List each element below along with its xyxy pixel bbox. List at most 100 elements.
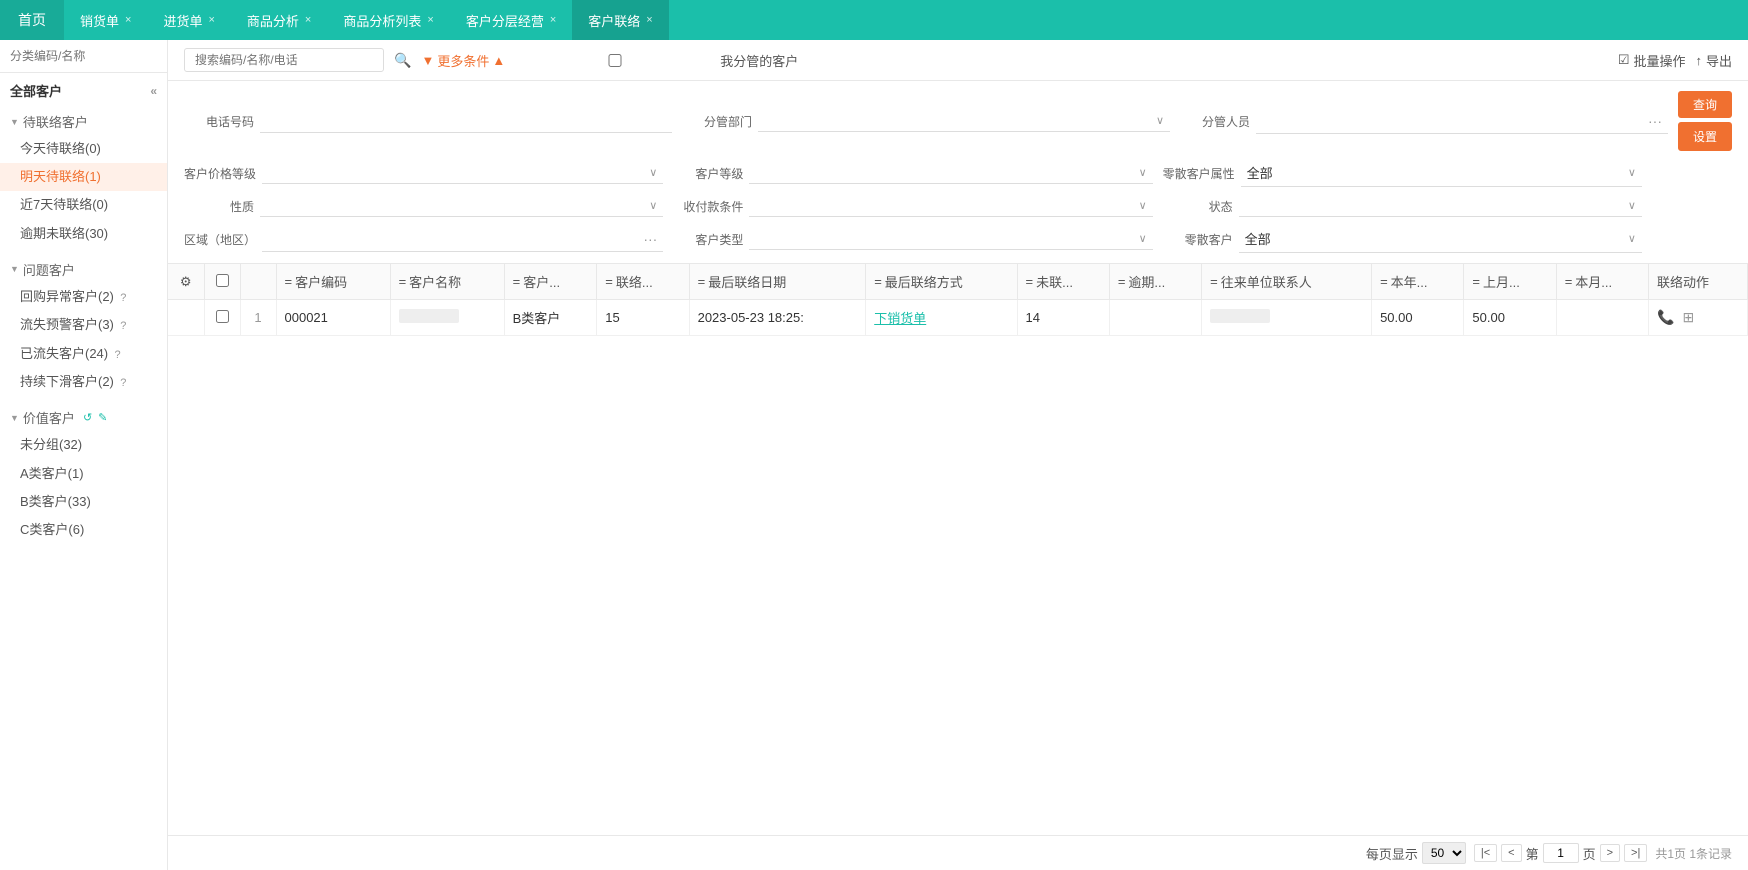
unit-contacts-blurred (1210, 309, 1270, 323)
contact-method-link[interactable]: 下销货单 (874, 311, 926, 326)
filter-row-2: 客户价格等级 ∨ 客户等级 ∨ 零散客户属性 全部 (184, 159, 1732, 187)
select-all-checkbox[interactable] (216, 274, 229, 287)
close-customer-contact-tab[interactable]: × (646, 14, 652, 26)
manager-dots-icon[interactable]: ··· (1648, 113, 1662, 129)
col-last-contact-method[interactable]: =最后联络方式 (866, 264, 1017, 300)
nav-tab-analysis[interactable]: 商品分析 × (231, 0, 327, 40)
my-customers-checkbox[interactable] (515, 54, 715, 67)
query-button[interactable]: 查询 (1678, 91, 1732, 118)
page-number-input[interactable] (1543, 843, 1579, 863)
sidebar-churned[interactable]: 已流失客户(24) ? (0, 340, 167, 368)
col-last-contact-date[interactable]: =最后联络日期 (689, 264, 866, 300)
filter-retail-attr-select[interactable]: 全部 ∨ (1241, 159, 1642, 187)
col-last-month[interactable]: =上月... (1464, 264, 1556, 300)
nav-home[interactable]: 首页 (0, 0, 64, 40)
first-page-button[interactable]: |< (1474, 844, 1497, 862)
row-customer-name (390, 300, 504, 336)
nav-tab-purchase[interactable]: 进货单 × (147, 0, 230, 40)
close-purchase-tab[interactable]: × (208, 14, 214, 26)
col-this-year[interactable]: =本年... (1372, 264, 1464, 300)
prev-page-button[interactable]: < (1501, 844, 1521, 862)
more-conditions-button[interactable]: ▼ 更多条件 ▲ (421, 51, 505, 70)
settings-button[interactable]: 设置 (1678, 122, 1732, 151)
main-search-button[interactable]: 🔍 (394, 52, 411, 69)
problem-customers-title[interactable]: 问题客户 (0, 256, 167, 283)
my-customers-checkbox-label[interactable]: 我分管的客户 (515, 51, 798, 70)
help-icon-2: ? (114, 349, 120, 361)
sidebar-7days-contact[interactable]: 近7天待联络(0) (0, 191, 167, 219)
close-analysis-tab[interactable]: × (305, 14, 311, 26)
row-contact: 15 (597, 300, 689, 336)
col-this-month[interactable]: =本月... (1556, 264, 1648, 300)
filter-payment-select[interactable]: ∨ (749, 195, 1152, 217)
filter-customer-type-select[interactable]: ∨ (749, 228, 1152, 250)
region-dots-icon[interactable]: ··· (643, 231, 657, 247)
per-page-select[interactable]: 50 (1422, 842, 1466, 864)
table-body: 1 000021 B类客户 15 2023-05-23 18:25: 下销货单 … (168, 300, 1748, 336)
col-unit-contacts[interactable]: =往来单位联系人 (1202, 264, 1372, 300)
sidebar-ungrouped[interactable]: 未分组(32) (0, 431, 167, 459)
close-sales-tab[interactable]: × (125, 14, 131, 26)
filter-row-1: 电话号码 分管部门 ∨ 分管人员 ··· (184, 91, 1732, 151)
nav-tab-sales[interactable]: 销货单 × (64, 0, 147, 40)
filter-status-select[interactable]: ∨ (1239, 195, 1642, 217)
col-customer-type[interactable]: =客户... (504, 264, 597, 300)
filter-region-select[interactable]: ··· (262, 227, 663, 252)
refresh-value-icon[interactable]: ↺ (83, 411, 92, 424)
filter-manager-select[interactable]: ··· (1256, 109, 1668, 134)
nav-tab-customer-contact[interactable]: 客户联络 × (572, 0, 668, 40)
collapse-icon[interactable]: « (150, 84, 157, 98)
batch-checkbox-icon: ☑ (1618, 52, 1630, 68)
col-customer-code[interactable]: =客户编码 (276, 264, 390, 300)
col-settings[interactable]: ⚙ (168, 264, 204, 300)
nav-tab-customer-ops[interactable]: 客户分层经营 × (450, 0, 572, 40)
table-header-row: ⚙ =客户编码 =客户名称 =客户... =联络... (168, 264, 1748, 300)
edit-value-icon[interactable]: ✎ (98, 411, 107, 424)
action-icons-container: 📞 ⊞ (1657, 309, 1739, 326)
col-action: 联络动作 (1649, 264, 1748, 300)
sidebar-overdue-contact[interactable]: 逾期未联络(30) (0, 220, 167, 248)
value-customers-title[interactable]: 价值客户 ↺ ✎ (0, 404, 167, 431)
export-button[interactable]: ↑ 导出 (1695, 51, 1732, 70)
col-customer-name[interactable]: =客户名称 (390, 264, 504, 300)
filter-retail-customer-select[interactable]: 全部 ∨ (1239, 225, 1642, 253)
row-checkbox[interactable] (216, 310, 229, 323)
sidebar-search-input[interactable] (10, 49, 165, 63)
col-uncontacted[interactable]: =未联... (1017, 264, 1109, 300)
filter-phone-input[interactable] (260, 110, 672, 133)
filter-dept-select[interactable]: ∨ (758, 110, 1170, 132)
sidebar-repurchase-abnormal[interactable]: 回购异常客户(2) ? (0, 283, 167, 311)
col-contact[interactable]: =联络... (597, 264, 689, 300)
row-last-contact-method[interactable]: 下销货单 (866, 300, 1017, 336)
filter-customer-type: 客户类型 ∨ (673, 228, 1152, 250)
sidebar-c-customers[interactable]: C类客户(6) (0, 516, 167, 544)
sidebar-b-customers[interactable]: B类客户(33) (0, 488, 167, 516)
filter-phone-label: 电话号码 (184, 113, 254, 130)
nav-tab-analysis-list[interactable]: 商品分析列表 × (327, 0, 449, 40)
filter-customer-level-select[interactable]: ∨ (749, 162, 1152, 184)
col-overdue[interactable]: =逾期... (1109, 264, 1201, 300)
sidebar-declining[interactable]: 持续下滑客户(2) ? (0, 368, 167, 396)
filter-retail-customer: 零散客户 全部 ∨ (1163, 225, 1642, 253)
all-customers-header[interactable]: 全部客户 « (0, 73, 167, 104)
sidebar-today-contact[interactable]: 今天待联络(0) (0, 135, 167, 163)
main-search-input[interactable] (184, 48, 384, 72)
filter-dept-label: 分管部门 (682, 113, 752, 130)
pending-contact-title[interactable]: 待联络客户 (0, 108, 167, 135)
export-icon: ↑ (1695, 53, 1702, 68)
sidebar-a-customers[interactable]: A类客户(1) (0, 460, 167, 488)
sidebar-churn-warning[interactable]: 流失预警客户(3) ? (0, 311, 167, 339)
grid-action-icon[interactable]: ⊞ (1682, 309, 1694, 326)
sidebar-tomorrow-contact[interactable]: 明天待联络(1) (0, 163, 167, 191)
phone-action-icon[interactable]: 📞 (1657, 309, 1674, 326)
batch-operation-button[interactable]: ☑ 批量操作 (1618, 51, 1686, 70)
next-page-button[interactable]: > (1600, 844, 1620, 862)
col-checkbox[interactable] (204, 264, 240, 300)
filter-price-level: 客户价格等级 ∨ (184, 162, 663, 184)
filter-price-level-select[interactable]: ∨ (262, 162, 663, 184)
row-checkbox-cell[interactable] (204, 300, 240, 336)
close-analysis-list-tab[interactable]: × (427, 14, 433, 26)
filter-nature-select[interactable]: ∨ (260, 195, 663, 217)
last-page-button[interactable]: >| (1624, 844, 1647, 862)
close-customer-ops-tab[interactable]: × (550, 14, 556, 26)
